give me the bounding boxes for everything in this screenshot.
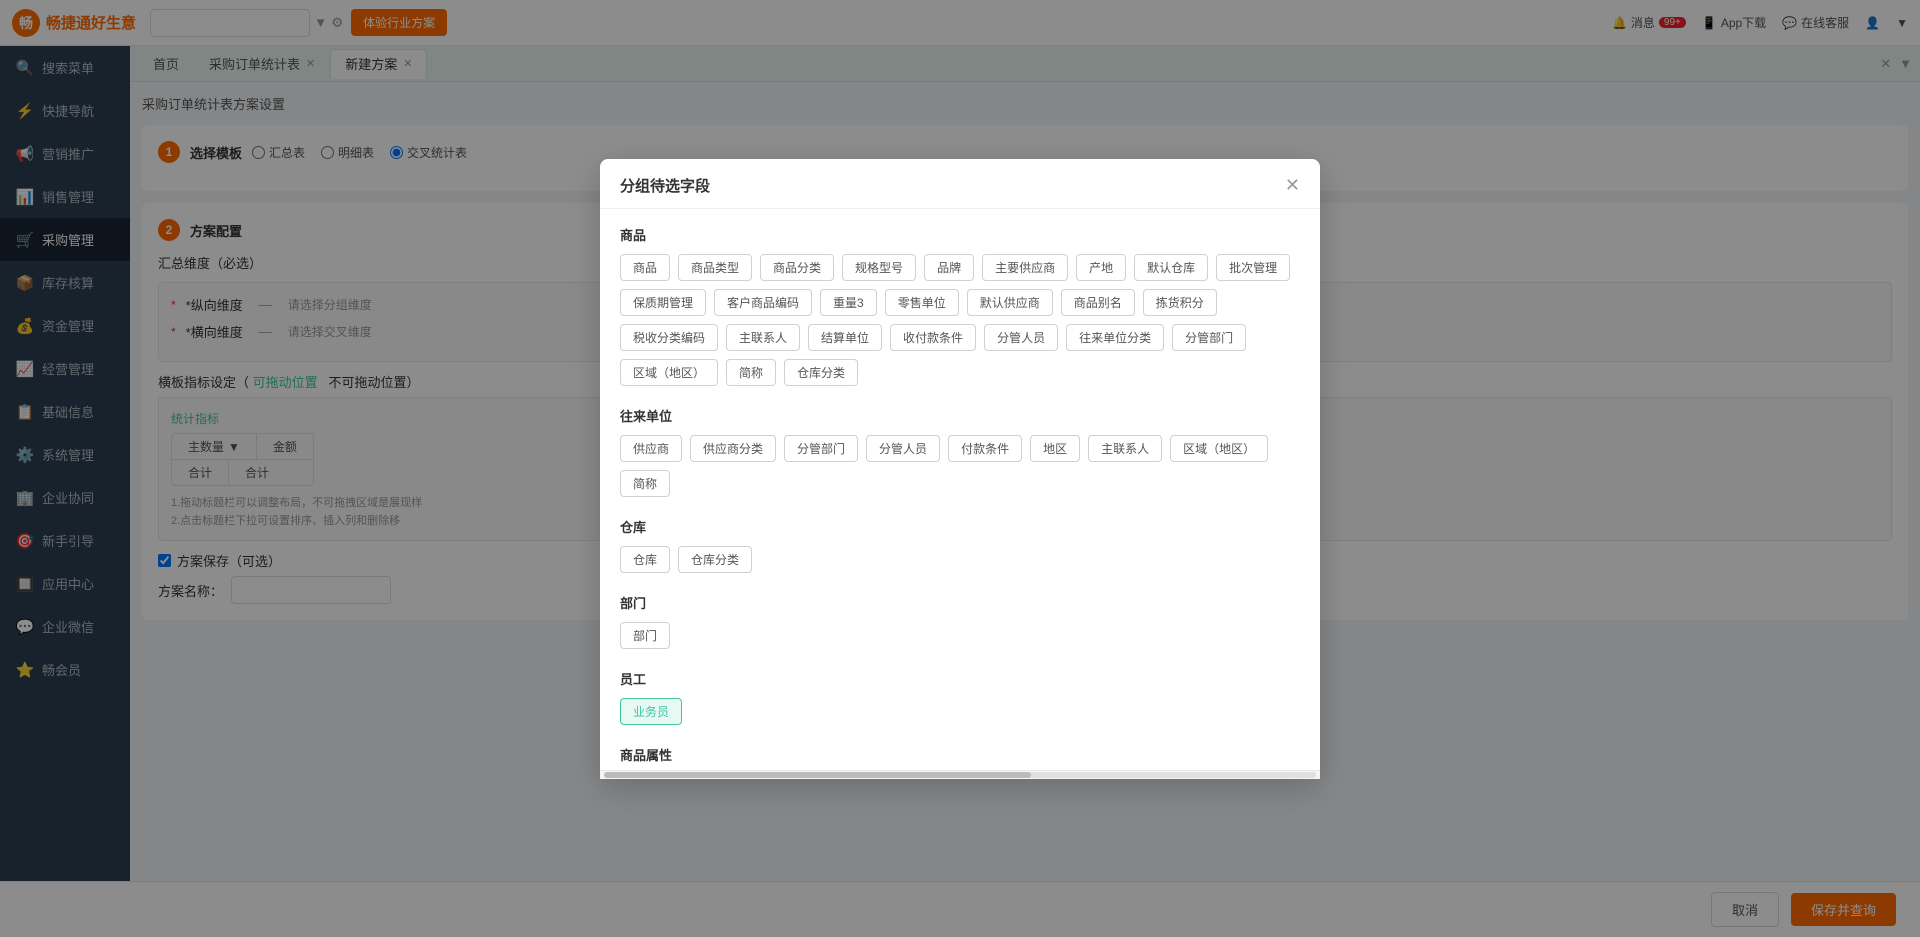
- field-tag[interactable]: 部门: [620, 622, 670, 649]
- field-tag[interactable]: 供应商分类: [690, 435, 776, 462]
- field-tag[interactable]: 简称: [726, 359, 776, 386]
- field-tag[interactable]: 仓库分类: [784, 359, 858, 386]
- field-tag[interactable]: 地区: [1030, 435, 1080, 462]
- field-tag[interactable]: 保质期管理: [620, 289, 706, 316]
- field-tag[interactable]: 简称: [620, 470, 670, 497]
- field-tag[interactable]: 主联系人: [726, 324, 800, 351]
- field-tag[interactable]: 供应商: [620, 435, 682, 462]
- field-tag[interactable]: 零售单位: [885, 289, 959, 316]
- section-department-fields: 部门: [620, 622, 1300, 649]
- field-tag[interactable]: 重量3: [820, 289, 877, 316]
- field-tag[interactable]: 商品别名: [1061, 289, 1135, 316]
- field-tag-employee[interactable]: 业务员: [620, 698, 682, 725]
- modal-title: 分组待选字段: [620, 175, 710, 196]
- field-tag[interactable]: 分管部门: [784, 435, 858, 462]
- field-tag[interactable]: 主要供应商: [982, 254, 1068, 281]
- field-tag[interactable]: 区域（地区）: [620, 359, 718, 386]
- field-tag[interactable]: 分管人员: [866, 435, 940, 462]
- section-employee: 员工 业务员: [620, 669, 1300, 725]
- section-product: 商品 商品 商品类型 商品分类 规格型号 品牌 主要供应商 产地 默认仓库 批次…: [620, 225, 1300, 386]
- section-product-attr: 商品属性 属性 颜色 多规格 尺码 鞋码 1: [620, 745, 1300, 771]
- field-tag[interactable]: 默认仓库: [1134, 254, 1208, 281]
- field-tag[interactable]: 结算单位: [808, 324, 882, 351]
- field-tag[interactable]: 产地: [1076, 254, 1126, 281]
- modal-body[interactable]: 商品 商品 商品类型 商品分类 规格型号 品牌 主要供应商 产地 默认仓库 批次…: [600, 209, 1320, 771]
- section-warehouse-fields: 仓库 仓库分类: [620, 546, 1300, 573]
- hscroll-track: [604, 772, 1316, 778]
- modal-overlay: 分组待选字段 ✕ 商品 商品 商品类型 商品分类 规格型号 品牌 主要供应商 产…: [0, 0, 1920, 937]
- field-tag[interactable]: 拣货积分: [1143, 289, 1217, 316]
- section-employee-fields: 业务员: [620, 698, 1300, 725]
- section-warehouse-title: 仓库: [620, 517, 1300, 536]
- field-tag[interactable]: 区域（地区）: [1170, 435, 1268, 462]
- field-tag[interactable]: 主联系人: [1088, 435, 1162, 462]
- hscroll-thumb: [604, 772, 1031, 778]
- field-tag[interactable]: 客户商品编码: [714, 289, 812, 316]
- field-tag[interactable]: 批次管理: [1216, 254, 1290, 281]
- field-select-modal: 分组待选字段 ✕ 商品 商品 商品类型 商品分类 规格型号 品牌 主要供应商 产…: [600, 159, 1320, 779]
- field-tag[interactable]: 付款条件: [948, 435, 1022, 462]
- field-tag[interactable]: 规格型号: [842, 254, 916, 281]
- field-tag[interactable]: 商品: [620, 254, 670, 281]
- field-tag[interactable]: 收付款条件: [890, 324, 976, 351]
- field-tag[interactable]: 品牌: [924, 254, 974, 281]
- field-tag[interactable]: 商品分类: [760, 254, 834, 281]
- field-tag[interactable]: 仓库: [620, 546, 670, 573]
- section-department-title: 部门: [620, 593, 1300, 612]
- section-counterpart-title: 往来单位: [620, 406, 1300, 425]
- field-tag[interactable]: 分管人员: [984, 324, 1058, 351]
- section-employee-title: 员工: [620, 669, 1300, 688]
- field-tag[interactable]: 分管部门: [1172, 324, 1246, 351]
- section-product-attr-title: 商品属性: [620, 745, 1300, 764]
- modal-header: 分组待选字段 ✕: [600, 159, 1320, 209]
- section-product-title: 商品: [620, 225, 1300, 244]
- modal-horizontal-scrollbar[interactable]: [600, 770, 1320, 779]
- section-product-fields: 商品 商品类型 商品分类 规格型号 品牌 主要供应商 产地 默认仓库 批次管理 …: [620, 254, 1300, 386]
- field-tag[interactable]: 税收分类编码: [620, 324, 718, 351]
- field-tag[interactable]: 默认供应商: [967, 289, 1053, 316]
- modal-close-button[interactable]: ✕: [1285, 175, 1300, 196]
- field-tag[interactable]: 往来单位分类: [1066, 324, 1164, 351]
- section-department: 部门 部门: [620, 593, 1300, 649]
- section-counterpart-fields: 供应商 供应商分类 分管部门 分管人员 付款条件 地区 主联系人 区域（地区） …: [620, 435, 1300, 497]
- section-counterpart: 往来单位 供应商 供应商分类 分管部门 分管人员 付款条件 地区 主联系人 区域…: [620, 406, 1300, 497]
- section-warehouse: 仓库 仓库 仓库分类: [620, 517, 1300, 573]
- field-tag[interactable]: 仓库分类: [678, 546, 752, 573]
- field-tag[interactable]: 商品类型: [678, 254, 752, 281]
